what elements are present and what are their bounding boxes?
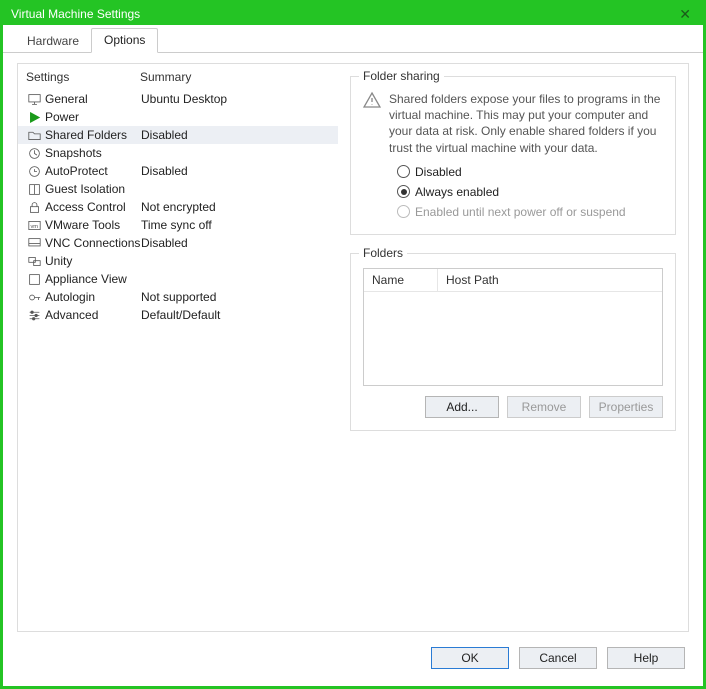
settings-item-general[interactable]: General Ubuntu Desktop	[18, 90, 338, 108]
settings-item-access-control[interactable]: Access Control Not encrypted	[18, 198, 338, 216]
play-icon	[26, 111, 42, 124]
close-icon[interactable]: ✕	[673, 6, 697, 23]
folders-table[interactable]: Name Host Path	[363, 268, 663, 386]
radio-always-enabled[interactable]: Always enabled	[397, 182, 663, 202]
col-header-summary: Summary	[140, 70, 338, 84]
tab-hardware[interactable]: Hardware	[15, 30, 91, 53]
settings-item-advanced[interactable]: Advanced Default/Default	[18, 306, 338, 324]
help-button[interactable]: Help	[607, 647, 685, 669]
window-frame: Virtual Machine Settings ✕ Hardware Opti…	[0, 0, 706, 689]
vnc-icon	[26, 237, 42, 250]
add-button[interactable]: Add...	[425, 396, 499, 418]
warning-icon	[363, 91, 381, 156]
folders-title: Folders	[359, 246, 407, 260]
properties-button: Properties	[589, 396, 663, 418]
settings-item-vmware-tools[interactable]: vm VMware Tools Time sync off	[18, 216, 338, 234]
settings-item-vnc[interactable]: VNC Connections Disabled	[18, 234, 338, 252]
sliders-icon	[26, 309, 42, 322]
settings-item-unity[interactable]: Unity	[18, 252, 338, 270]
folders-col-name[interactable]: Name	[364, 269, 438, 291]
radio-disabled[interactable]: Disabled	[397, 162, 663, 182]
settings-item-shared-folders[interactable]: Shared Folders Disabled	[18, 126, 338, 144]
remove-button: Remove	[507, 396, 581, 418]
monitor-icon	[26, 93, 42, 106]
folders-col-hostpath[interactable]: Host Path	[438, 269, 662, 291]
tab-strip: Hardware Options	[3, 25, 703, 53]
client-area: Settings Summary General Ubuntu Desktop …	[3, 53, 703, 686]
appliance-icon	[26, 273, 42, 286]
cancel-button[interactable]: Cancel	[519, 647, 597, 669]
folders-group: Folders Name Host Path Add... Remove Pro…	[350, 253, 676, 431]
radio-dot-icon	[397, 185, 410, 198]
isolation-icon	[26, 183, 42, 196]
clock-icon	[26, 147, 42, 160]
details-panel: Folder sharing Shared folders expose you…	[338, 64, 688, 631]
settings-item-autologin[interactable]: Autologin Not supported	[18, 288, 338, 306]
settings-item-autoprotect[interactable]: AutoProtect Disabled	[18, 162, 338, 180]
settings-item-snapshots[interactable]: Snapshots	[18, 144, 338, 162]
window-title: Virtual Machine Settings	[11, 7, 673, 21]
radio-until-power-off: Enabled until next power off or suspend	[397, 202, 663, 222]
radio-dot-icon	[397, 205, 410, 218]
col-header-settings: Settings	[26, 70, 140, 84]
key-icon	[26, 291, 42, 304]
folder-sharing-title: Folder sharing	[359, 69, 444, 83]
settings-list-header: Settings Summary	[18, 64, 338, 90]
radio-dot-icon	[397, 165, 410, 178]
settings-item-appliance-view[interactable]: Appliance View	[18, 270, 338, 288]
settings-item-guest-isolation[interactable]: Guest Isolation	[18, 180, 338, 198]
svg-text:vm: vm	[30, 223, 38, 229]
vm-icon: vm	[26, 219, 42, 232]
ok-button[interactable]: OK	[431, 647, 509, 669]
title-bar: Virtual Machine Settings ✕	[3, 3, 703, 25]
panels: Settings Summary General Ubuntu Desktop …	[17, 63, 689, 632]
settings-item-power[interactable]: Power	[18, 108, 338, 126]
folder-sharing-warning: Shared folders expose your files to prog…	[389, 91, 663, 156]
lock-icon	[26, 201, 42, 214]
unity-icon	[26, 255, 42, 268]
folder-icon	[26, 129, 42, 142]
shield-clock-icon	[26, 165, 42, 178]
dialog-buttons: OK Cancel Help	[17, 638, 689, 678]
tab-options[interactable]: Options	[91, 28, 158, 53]
folder-sharing-group: Folder sharing Shared folders expose you…	[350, 76, 676, 235]
settings-list-panel: Settings Summary General Ubuntu Desktop …	[18, 64, 338, 631]
